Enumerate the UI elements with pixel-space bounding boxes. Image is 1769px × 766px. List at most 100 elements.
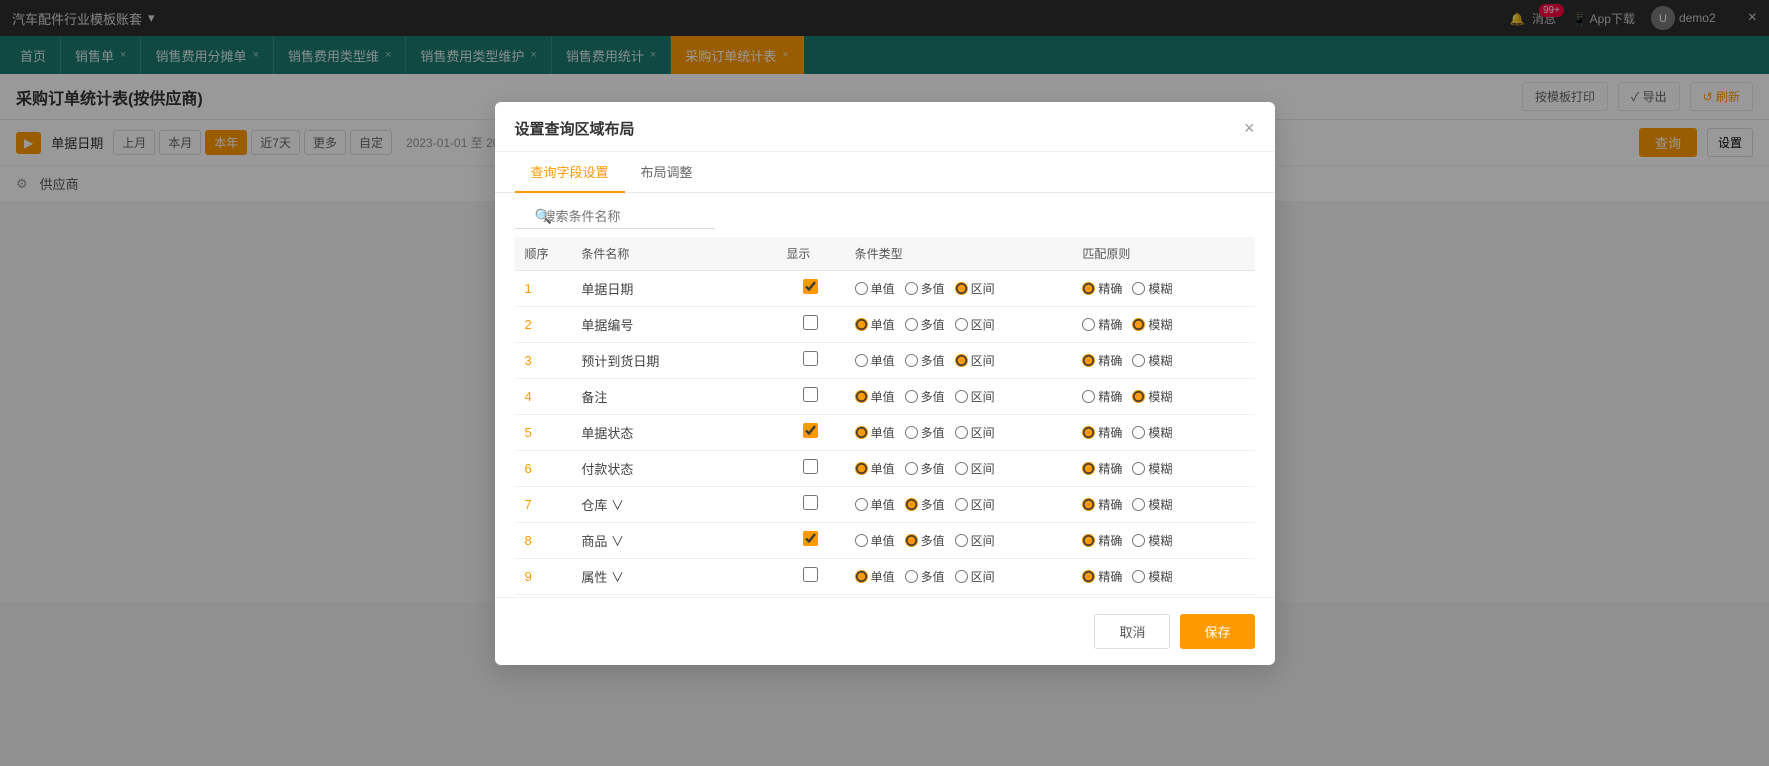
type-radio-item[interactable]: 多值 <box>905 496 945 513</box>
type-radio-item[interactable]: 单值 <box>855 496 895 513</box>
type-radio-item[interactable]: 单值 <box>855 532 895 549</box>
match-radio-模糊[interactable] <box>1132 318 1145 331</box>
type-radio-item[interactable]: 区间 <box>955 460 995 477</box>
type-radio-item[interactable]: 单值 <box>855 352 895 369</box>
type-radio-多值[interactable] <box>905 282 918 295</box>
type-radio-多值[interactable] <box>905 354 918 367</box>
type-radio-区间[interactable] <box>955 426 968 439</box>
type-radio-单值[interactable] <box>855 318 868 331</box>
match-radio-item[interactable]: 精确 <box>1082 388 1122 405</box>
display-checkbox[interactable] <box>803 495 818 510</box>
type-radio-区间[interactable] <box>955 570 968 583</box>
match-radio-精确[interactable] <box>1082 390 1095 403</box>
type-radio-item[interactable]: 多值 <box>905 424 945 441</box>
match-radio-item[interactable]: 精确 <box>1082 424 1122 441</box>
type-radio-item[interactable]: 单值 <box>855 460 895 477</box>
cancel-btn[interactable]: 取消 <box>1094 614 1170 649</box>
match-radio-item[interactable]: 模糊 <box>1132 352 1172 369</box>
match-radio-模糊[interactable] <box>1132 498 1145 511</box>
type-radio-区间[interactable] <box>955 282 968 295</box>
match-radio-精确[interactable] <box>1082 534 1095 547</box>
type-radio-单值[interactable] <box>855 462 868 475</box>
type-radio-单值[interactable] <box>855 570 868 583</box>
type-radio-item[interactable]: 区间 <box>955 316 995 333</box>
type-radio-item[interactable]: 区间 <box>955 280 995 297</box>
match-radio-item[interactable]: 模糊 <box>1132 424 1172 441</box>
type-radio-item[interactable]: 区间 <box>955 568 995 585</box>
type-radio-多值[interactable] <box>905 390 918 403</box>
type-radio-item[interactable]: 多值 <box>905 352 945 369</box>
type-radio-item[interactable]: 区间 <box>955 388 995 405</box>
display-checkbox[interactable] <box>803 387 818 402</box>
type-radio-item[interactable]: 区间 <box>955 352 995 369</box>
match-radio-精确[interactable] <box>1082 426 1095 439</box>
type-radio-item[interactable]: 单值 <box>855 280 895 297</box>
type-radio-item[interactable]: 多值 <box>905 532 945 549</box>
type-radio-item[interactable]: 单值 <box>855 568 895 585</box>
match-radio-item[interactable]: 精确 <box>1082 568 1122 585</box>
match-radio-模糊[interactable] <box>1132 462 1145 475</box>
type-radio-区间[interactable] <box>955 354 968 367</box>
type-radio-单值[interactable] <box>855 426 868 439</box>
display-checkbox[interactable] <box>803 351 818 366</box>
match-radio-精确[interactable] <box>1082 282 1095 295</box>
match-radio-item[interactable]: 模糊 <box>1132 280 1172 297</box>
match-radio-精确[interactable] <box>1082 570 1095 583</box>
type-radio-单值[interactable] <box>855 354 868 367</box>
match-radio-模糊[interactable] <box>1132 282 1145 295</box>
type-radio-多值[interactable] <box>905 534 918 547</box>
match-radio-item[interactable]: 精确 <box>1082 460 1122 477</box>
match-radio-item[interactable]: 精确 <box>1082 280 1122 297</box>
match-radio-item[interactable]: 模糊 <box>1132 316 1172 333</box>
type-radio-区间[interactable] <box>955 390 968 403</box>
match-radio-模糊[interactable] <box>1132 426 1145 439</box>
match-radio-item[interactable]: 模糊 <box>1132 496 1172 513</box>
type-radio-区间[interactable] <box>955 462 968 475</box>
display-checkbox[interactable] <box>803 567 818 582</box>
modal-tab-query-fields[interactable]: 查询字段设置 <box>515 152 625 193</box>
display-checkbox[interactable] <box>803 531 818 546</box>
type-radio-单值[interactable] <box>855 498 868 511</box>
type-radio-item[interactable]: 多值 <box>905 316 945 333</box>
type-radio-item[interactable]: 多值 <box>905 460 945 477</box>
match-radio-item[interactable]: 模糊 <box>1132 568 1172 585</box>
match-radio-item[interactable]: 精确 <box>1082 532 1122 549</box>
type-radio-item[interactable]: 区间 <box>955 424 995 441</box>
match-radio-item[interactable]: 精确 <box>1082 316 1122 333</box>
type-radio-单值[interactable] <box>855 282 868 295</box>
type-radio-多值[interactable] <box>905 498 918 511</box>
type-radio-单值[interactable] <box>855 534 868 547</box>
match-radio-模糊[interactable] <box>1132 570 1145 583</box>
match-radio-模糊[interactable] <box>1132 354 1145 367</box>
type-radio-多值[interactable] <box>905 426 918 439</box>
type-radio-item[interactable]: 单值 <box>855 316 895 333</box>
match-radio-模糊[interactable] <box>1132 390 1145 403</box>
match-radio-item[interactable]: 精确 <box>1082 352 1122 369</box>
match-radio-精确[interactable] <box>1082 498 1095 511</box>
type-radio-多值[interactable] <box>905 462 918 475</box>
modal-close-btn[interactable]: × <box>1244 119 1255 137</box>
type-radio-单值[interactable] <box>855 390 868 403</box>
display-checkbox[interactable] <box>803 423 818 438</box>
match-radio-item[interactable]: 模糊 <box>1132 532 1172 549</box>
display-checkbox[interactable] <box>803 459 818 474</box>
type-radio-item[interactable]: 区间 <box>955 532 995 549</box>
match-radio-精确[interactable] <box>1082 354 1095 367</box>
save-btn[interactable]: 保存 <box>1180 614 1254 649</box>
type-radio-区间[interactable] <box>955 498 968 511</box>
match-radio-精确[interactable] <box>1082 318 1095 331</box>
type-radio-item[interactable]: 单值 <box>855 388 895 405</box>
display-checkbox[interactable] <box>803 315 818 330</box>
type-radio-多值[interactable] <box>905 570 918 583</box>
match-radio-模糊[interactable] <box>1132 534 1145 547</box>
type-radio-区间[interactable] <box>955 318 968 331</box>
match-radio-item[interactable]: 精确 <box>1082 496 1122 513</box>
type-radio-item[interactable]: 区间 <box>955 496 995 513</box>
modal-tab-layout[interactable]: 布局调整 <box>625 152 709 193</box>
type-radio-多值[interactable] <box>905 318 918 331</box>
display-checkbox[interactable] <box>803 279 818 294</box>
type-radio-item[interactable]: 多值 <box>905 280 945 297</box>
type-radio-区间[interactable] <box>955 534 968 547</box>
type-radio-item[interactable]: 单值 <box>855 424 895 441</box>
type-radio-item[interactable]: 多值 <box>905 388 945 405</box>
